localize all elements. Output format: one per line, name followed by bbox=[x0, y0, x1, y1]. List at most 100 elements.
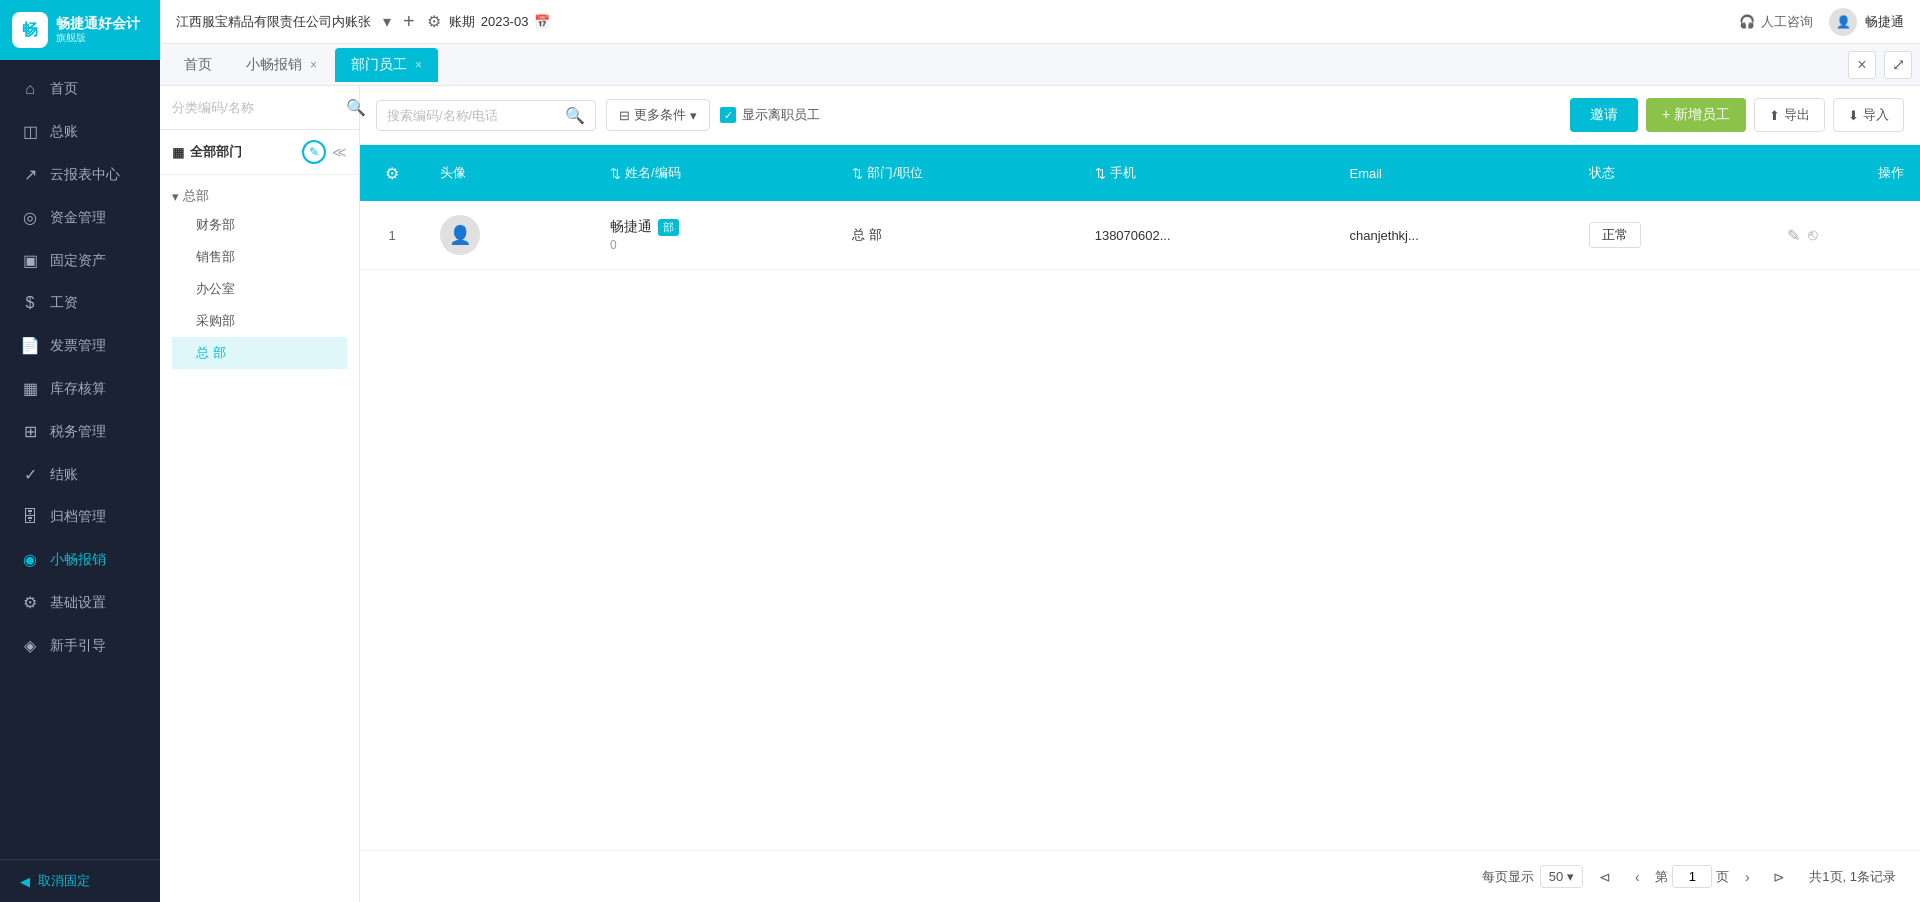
sidebar-item-invoice[interactable]: 📄 发票管理 bbox=[0, 324, 160, 367]
dept-node-sales[interactable]: 销售部 bbox=[172, 241, 347, 273]
page-input[interactable] bbox=[1672, 865, 1712, 888]
col-phone[interactable]: ⇅ 手机 bbox=[1079, 145, 1334, 201]
col-status: 状态 bbox=[1573, 145, 1771, 201]
dropdown-icon[interactable]: ▾ bbox=[383, 12, 391, 31]
home-icon: ⌂ bbox=[20, 80, 40, 98]
sidebar-item-archive[interactable]: 🗄 归档管理 bbox=[0, 496, 160, 538]
first-page-button[interactable]: ⊲ bbox=[1591, 863, 1619, 891]
sidebar-item-payroll[interactable]: $ 工资 bbox=[0, 282, 160, 324]
avatar: 👤 bbox=[1829, 8, 1857, 36]
export-icon: ⬆ bbox=[1769, 108, 1780, 123]
sidebar-item-label: 工资 bbox=[50, 294, 78, 312]
tab-expense[interactable]: 小畅报销 × bbox=[230, 48, 333, 82]
edit-employee-icon[interactable]: ✎ bbox=[1787, 226, 1800, 245]
user-info: 👤 畅捷通 bbox=[1829, 8, 1904, 36]
expense-icon: ◉ bbox=[20, 550, 40, 569]
sidebar-item-guide[interactable]: ◈ 新手引导 bbox=[0, 624, 160, 667]
settlement-icon: ✓ bbox=[20, 465, 40, 484]
add-icon[interactable]: + bbox=[403, 10, 415, 33]
employee-toolbar: 🔍 ⊟ 更多条件 ▾ ✓ 显示离职员工 邀请 + 新增员工 bbox=[360, 86, 1920, 145]
all-dept-button[interactable]: ▦ 全部部门 bbox=[172, 143, 242, 161]
logo-subtitle: 旗舰版 bbox=[56, 31, 140, 45]
sidebar-item-inventory[interactable]: ▦ 库存核算 bbox=[0, 367, 160, 410]
archive-icon: 🗄 bbox=[20, 508, 40, 526]
dept-root-group: ▾ 总部 财务部 销售部 办公室 采购部 bbox=[160, 179, 359, 373]
col-actions: 操作 bbox=[1771, 145, 1920, 201]
service-button[interactable]: 🎧 人工咨询 bbox=[1739, 13, 1813, 31]
next-page-button[interactable]: › bbox=[1733, 863, 1761, 891]
employee-avatar: 👤 bbox=[440, 215, 480, 255]
dept-root-label[interactable]: ▾ 总部 bbox=[172, 187, 347, 205]
show-resigned-checkbox[interactable]: ✓ 显示离职员工 bbox=[720, 106, 820, 124]
prev-page-button[interactable]: ‹ bbox=[1623, 863, 1651, 891]
col-dept[interactable]: ⇅ 部门/职位 bbox=[836, 145, 1078, 201]
sort-icon: ⇅ bbox=[852, 166, 863, 181]
cancel-pin-button[interactable]: ◀ 取消固定 bbox=[0, 859, 160, 902]
calendar-icon[interactable]: 📅 bbox=[534, 14, 550, 29]
sidebar-item-fixed-assets[interactable]: ▣ 固定资产 bbox=[0, 239, 160, 282]
sidebar-item-tax[interactable]: ⊞ 税务管理 bbox=[0, 410, 160, 453]
page-body: 🔍 ▦ 全部部门 ✎ ≪ ▾ 总部 bbox=[160, 86, 1920, 902]
tab-dept-employee[interactable]: 部门员工 × bbox=[335, 48, 438, 82]
dept-panel: 🔍 ▦ 全部部门 ✎ ≪ ▾ 总部 bbox=[160, 86, 360, 902]
sidebar-item-expense[interactable]: ◉ 小畅报销 bbox=[0, 538, 160, 581]
tab-bar: 首页 小畅报销 × 部门员工 × × ⤢ bbox=[160, 44, 1920, 86]
dept-node-purchase[interactable]: 采购部 bbox=[172, 305, 347, 337]
employee-search-icon[interactable]: 🔍 bbox=[565, 106, 585, 125]
collapse-icon[interactable]: ≪ bbox=[332, 144, 347, 160]
last-page-button[interactable]: ⊳ bbox=[1765, 863, 1793, 891]
top-bar-actions: ▾ + ⚙ bbox=[383, 10, 441, 33]
sidebar-item-ledger[interactable]: ◫ 总账 bbox=[0, 110, 160, 153]
edit-dept-icon[interactable]: ✎ bbox=[302, 140, 326, 164]
employee-search-input[interactable] bbox=[387, 108, 559, 123]
page-size-select[interactable]: 50 ▾ bbox=[1540, 865, 1583, 888]
expand-tab-button[interactable]: ⤢ bbox=[1884, 51, 1912, 79]
sidebar-item-home[interactable]: ⌂ 首页 bbox=[0, 68, 160, 110]
close-tab-button[interactable]: × bbox=[1848, 51, 1876, 79]
invite-button[interactable]: 邀请 bbox=[1570, 98, 1638, 132]
filter-icon: ⊟ bbox=[619, 108, 630, 123]
employee-search-box: 🔍 bbox=[376, 100, 596, 131]
page-size-chevron-icon: ▾ bbox=[1567, 869, 1574, 884]
dept-tree: ▾ 总部 财务部 销售部 办公室 采购部 bbox=[160, 175, 359, 902]
col-settings-icon[interactable]: ⚙ bbox=[376, 157, 408, 189]
sidebar-item-settings[interactable]: ⚙ 基础设置 bbox=[0, 581, 160, 624]
sidebar-item-label: 总账 bbox=[50, 123, 78, 141]
import-button[interactable]: ⬇ 导入 bbox=[1833, 98, 1904, 132]
sidebar-item-label: 基础设置 bbox=[50, 594, 106, 612]
settings-gear-icon[interactable]: ⚙ bbox=[427, 12, 441, 31]
sort-icon: ⇅ bbox=[1095, 166, 1106, 181]
grid-icon: ▦ bbox=[172, 145, 184, 160]
dept-badge: 部 bbox=[658, 219, 679, 236]
headset-icon: 🎧 bbox=[1739, 14, 1755, 29]
col-name[interactable]: ⇅ 姓名/编码 bbox=[594, 145, 836, 201]
dept-search-input[interactable] bbox=[172, 100, 340, 115]
logout-employee-icon[interactable]: ⎋ bbox=[1808, 226, 1818, 244]
pin-icon: ◀ bbox=[20, 874, 30, 889]
filter-button[interactable]: ⊟ 更多条件 ▾ bbox=[606, 99, 710, 131]
ledger-icon: ◫ bbox=[20, 122, 40, 141]
dept-node-finance[interactable]: 财务部 bbox=[172, 209, 347, 241]
dept-node-headquarters[interactable]: 总 部 bbox=[172, 337, 347, 369]
dept-node-office[interactable]: 办公室 bbox=[172, 273, 347, 305]
tab-home[interactable]: 首页 bbox=[168, 48, 228, 82]
row-dept: 总 部 bbox=[836, 201, 1078, 270]
sidebar-item-settlement[interactable]: ✓ 结账 bbox=[0, 453, 160, 496]
tab-close-expense[interactable]: × bbox=[310, 58, 317, 72]
filter-chevron-icon: ▾ bbox=[690, 108, 697, 123]
export-button[interactable]: ⬆ 导出 bbox=[1754, 98, 1825, 132]
add-employee-button[interactable]: + 新增员工 bbox=[1646, 98, 1746, 132]
sidebar-item-funds[interactable]: ◎ 资金管理 bbox=[0, 196, 160, 239]
sidebar-item-label: 归档管理 bbox=[50, 508, 106, 526]
dept-search: 🔍 bbox=[160, 86, 359, 130]
sidebar-item-label: 发票管理 bbox=[50, 337, 106, 355]
row-no: 1 bbox=[360, 201, 424, 270]
guide-icon: ◈ bbox=[20, 636, 40, 655]
sidebar-item-cloud-reports[interactable]: ↗ 云报表中心 bbox=[0, 153, 160, 196]
sidebar-item-label: 资金管理 bbox=[50, 209, 106, 227]
sidebar-item-label: 税务管理 bbox=[50, 423, 106, 441]
col-settings[interactable]: ⚙ bbox=[360, 145, 424, 201]
tab-close-dept-employee[interactable]: × bbox=[415, 58, 422, 72]
company-name[interactable]: 江西服宝精品有限责任公司内账张 bbox=[176, 13, 371, 31]
table-header-row: ⚙ 头像 ⇅ 姓名/编码 bbox=[360, 145, 1920, 201]
